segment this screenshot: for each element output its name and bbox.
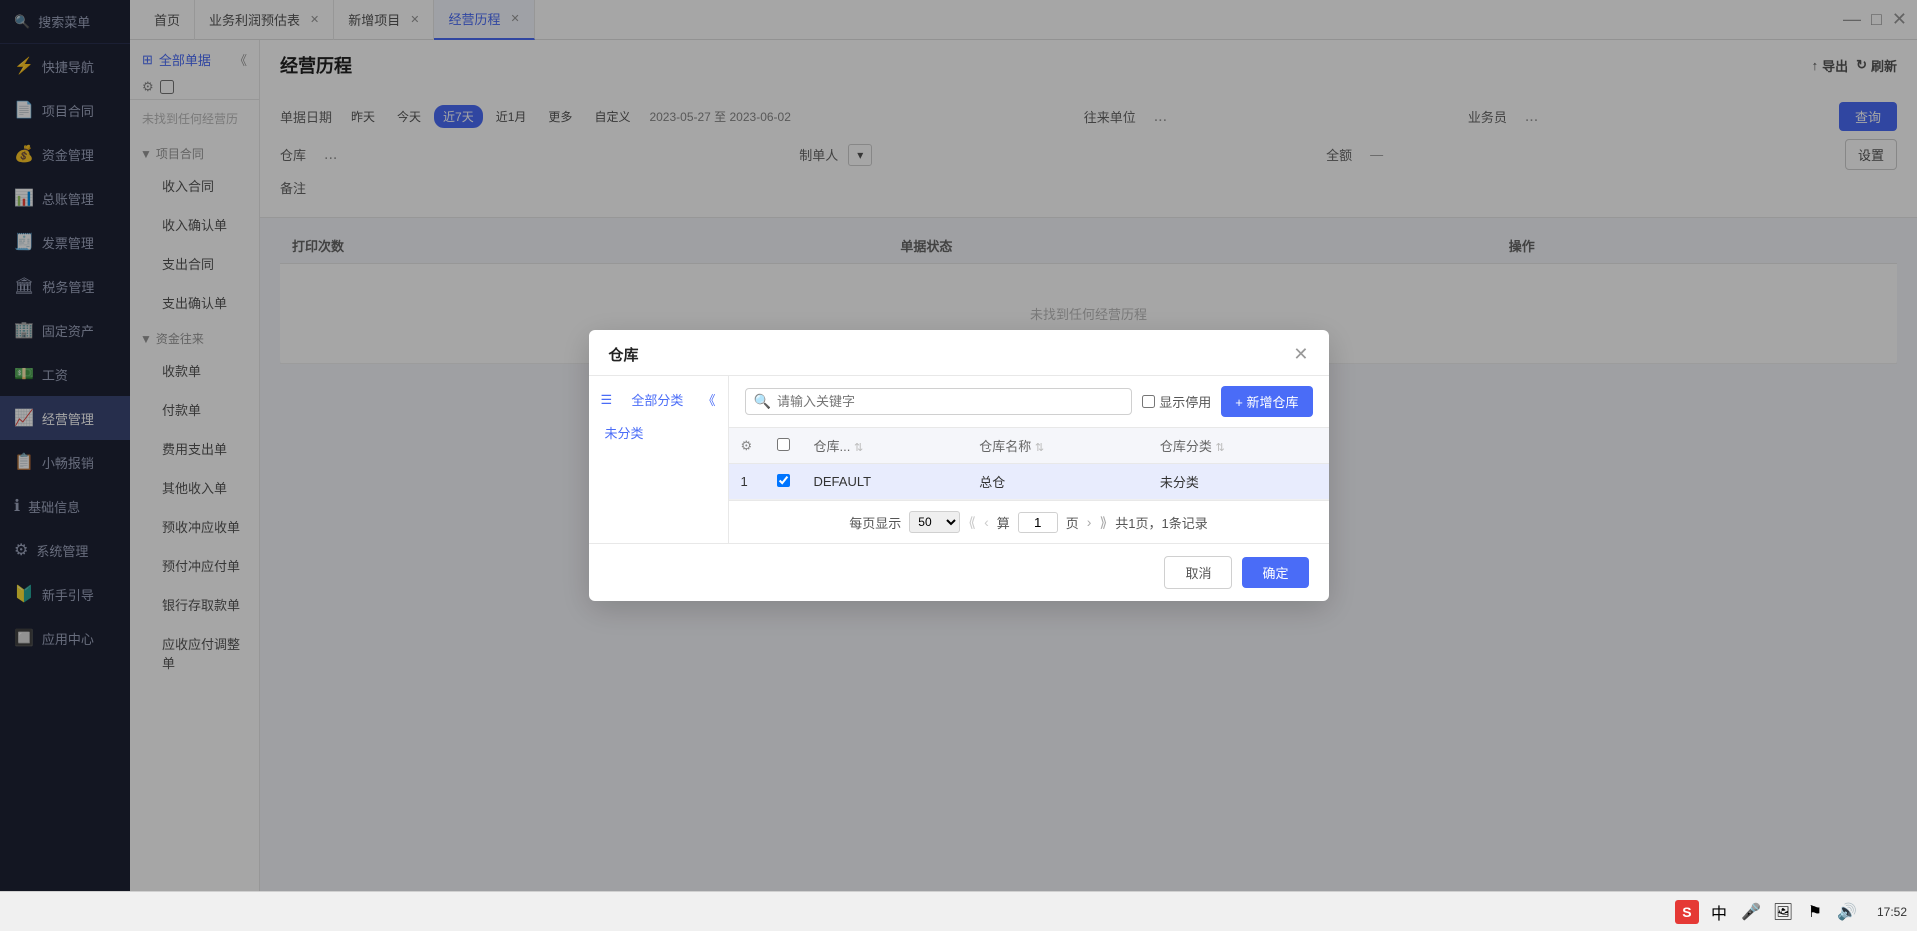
dialog-per-page-label: 每页显示 [849, 513, 901, 532]
add-warehouse-label: + 新增仓库 [1235, 392, 1298, 411]
all-category-icon: ☰ [601, 392, 613, 408]
col-checkbox[interactable] [765, 428, 802, 464]
dialog-right-panel: 🔍 显示停用 + 新增仓库 [729, 376, 1329, 543]
dialog-pagination: 每页显示 50 100 ⟪ ‹ 算 页 › ⟫ 共1页，1条记录 [729, 500, 1329, 543]
dialog-table-gear-icon[interactable]: ⚙ [741, 438, 753, 453]
taskbar-icon-mic[interactable]: 🎤 [1739, 900, 1763, 924]
dialog-first-page-btn[interactable]: ⟪ [968, 514, 976, 531]
dialog-table-wrap: ⚙ 仓库... ⇅ [729, 428, 1329, 500]
row-num: 1 [729, 464, 765, 500]
taskbar-icon-sound[interactable]: 🔊 [1835, 900, 1859, 924]
dialog-page-word: 算 [997, 513, 1010, 532]
dialog-prev-page-btn[interactable]: ‹ [984, 514, 989, 530]
taskbar-apps: S 中 🎤 🖼 ⚑ 🔊 17:52 [1675, 900, 1907, 924]
dialog-last-page-btn[interactable]: ⟫ [1099, 514, 1107, 531]
warehouse-dialog: 仓库 ✕ ☰ 全部分类 《 未分类 [589, 330, 1329, 601]
dialog-search-box[interactable]: 🔍 [745, 388, 1133, 415]
dialog-select-all[interactable] [777, 438, 790, 451]
dialog-next-page-btn[interactable]: › [1087, 514, 1092, 530]
dialog-left-panel: ☰ 全部分类 《 未分类 [589, 376, 729, 543]
col-gear[interactable]: ⚙ [729, 428, 765, 464]
table-row[interactable]: 1 DEFAULT 总仓 未分类 [729, 464, 1329, 500]
show-disabled-label[interactable]: 显示停用 [1142, 392, 1211, 411]
dialog-body: ☰ 全部分类 《 未分类 🔍 [589, 376, 1329, 543]
col-warehouse-name: 仓库名称 ⇅ [967, 428, 1148, 464]
sort-code-icon[interactable]: ⇅ [854, 442, 863, 454]
row-code: DEFAULT [802, 464, 968, 500]
confirm-btn[interactable]: 确定 [1242, 557, 1308, 588]
sort-name-icon[interactable]: ⇅ [1035, 442, 1044, 454]
dialog-toolbar: 🔍 显示停用 + 新增仓库 [729, 376, 1329, 428]
sort-category-icon[interactable]: ⇅ [1216, 442, 1225, 454]
col-name-label: 仓库名称 [979, 439, 1031, 454]
row-name: 总仓 [967, 464, 1148, 500]
cancel-btn[interactable]: 取消 [1164, 556, 1232, 589]
taskbar: S 中 🎤 🖼 ⚑ 🔊 17:52 [0, 891, 1917, 931]
taskbar-icon-img[interactable]: 🖼 [1771, 900, 1795, 924]
add-warehouse-btn[interactable]: + 新增仓库 [1221, 386, 1312, 417]
col-category-label: 仓库分类 [1160, 439, 1212, 454]
dialog-page-input[interactable] [1018, 512, 1058, 533]
col-code-label: 仓库... [814, 439, 851, 454]
all-category-label: 全部分类 [631, 390, 683, 409]
dialog-total-text: 共1页，1条记录 [1115, 513, 1207, 532]
taskbar-icon-flag[interactable]: ⚑ [1803, 900, 1827, 924]
col-warehouse-code: 仓库... ⇅ [802, 428, 968, 464]
taskbar-icon-zh[interactable]: 中 [1707, 900, 1731, 924]
row-category: 未分类 [1148, 464, 1329, 500]
search-icon-dialog: 🔍 [754, 393, 771, 410]
dialog-collapse-icon[interactable]: 《 [702, 390, 715, 409]
dialog-overlay: 仓库 ✕ ☰ 全部分类 《 未分类 [0, 0, 1917, 931]
show-disabled-text: 显示停用 [1159, 392, 1211, 411]
dialog-left-header[interactable]: ☰ 全部分类 《 [589, 384, 728, 415]
dialog-footer: 取消 确定 [589, 543, 1329, 601]
show-disabled-checkbox[interactable] [1142, 395, 1155, 408]
category-label: 未分类 [605, 426, 644, 441]
dialog-per-page-select[interactable]: 50 100 [909, 511, 960, 533]
dialog-close-btn[interactable]: ✕ [1293, 344, 1308, 365]
dialog-page-suffix: 页 [1066, 513, 1079, 532]
dialog-category-uncategorized[interactable]: 未分类 [589, 415, 728, 450]
dialog-table: ⚙ 仓库... ⇅ [729, 428, 1329, 500]
col-warehouse-category: 仓库分类 ⇅ [1148, 428, 1329, 464]
taskbar-icon-s[interactable]: S [1675, 900, 1699, 924]
dialog-search-input[interactable] [777, 394, 1123, 409]
dialog-title: 仓库 [609, 344, 639, 365]
taskbar-clock: 17:52 [1877, 905, 1907, 919]
row-checkbox[interactable] [765, 464, 802, 500]
dialog-header: 仓库 ✕ [589, 330, 1329, 376]
